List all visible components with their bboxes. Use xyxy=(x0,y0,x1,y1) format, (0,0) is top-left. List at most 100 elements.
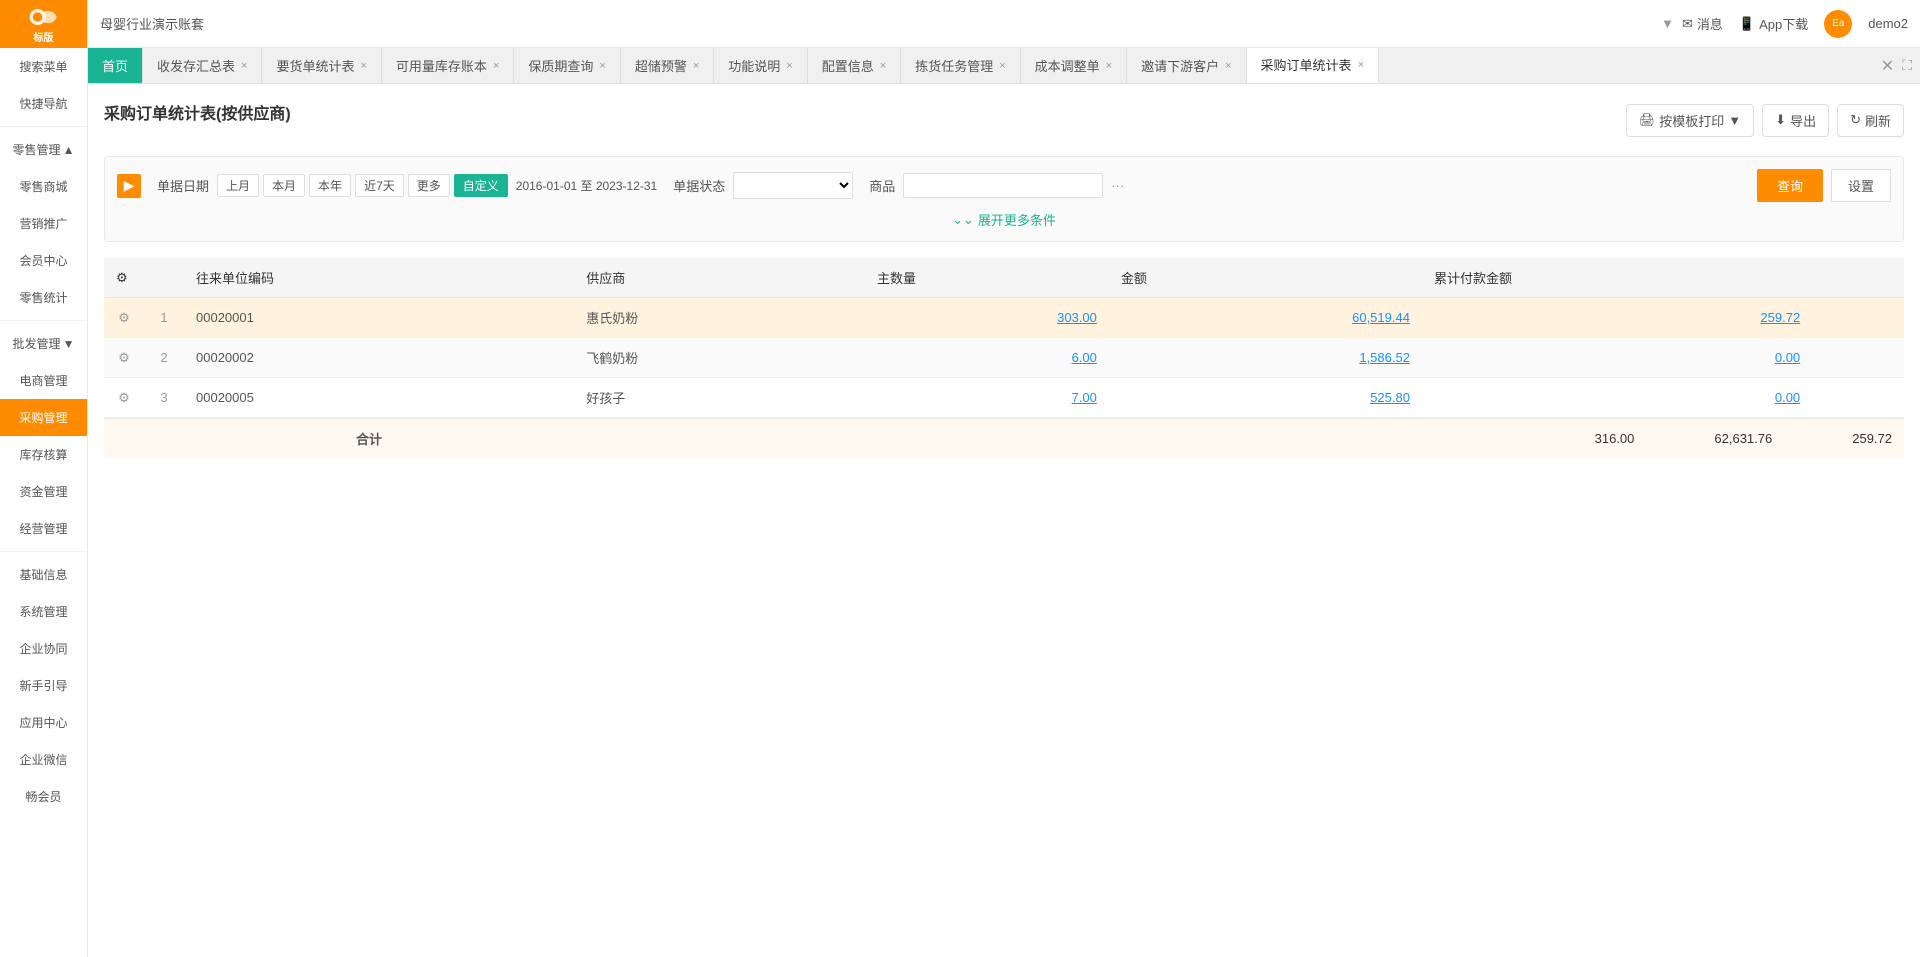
row-amount[interactable]: 1,586.52 xyxy=(1109,338,1422,378)
tab-purchase-summary[interactable]: 采购订单统计表 × xyxy=(1247,48,1379,83)
tab-inventory-book[interactable]: 可用量库存账本 × xyxy=(382,48,514,83)
row-settings[interactable]: ⚙ xyxy=(104,298,144,338)
tab-close-invite-downstream[interactable]: × xyxy=(1225,60,1231,72)
sidebar-item-system[interactable]: 系统管理 xyxy=(0,593,87,630)
more-filter-icon[interactable]: ··· xyxy=(1111,178,1124,193)
tab-close-warranty-query[interactable]: × xyxy=(599,60,605,72)
sidebar-item-finance[interactable]: 资金管理 xyxy=(0,473,87,510)
row-settings[interactable]: ⚙ xyxy=(104,378,144,418)
print-button[interactable]: 🖨 按模板打印 ▼ xyxy=(1626,104,1754,137)
tab-close-order-summary[interactable]: × xyxy=(360,60,366,72)
settings-button[interactable]: 设置 xyxy=(1831,169,1891,202)
table-row[interactable]: ⚙ 2 00020002 飞鹤奶粉 6.00 1,586.52 0.00 xyxy=(104,338,1904,378)
row-settings-icon[interactable]: ⚙ xyxy=(118,350,130,365)
tab-close-config-info[interactable]: × xyxy=(880,60,886,72)
message-button[interactable]: ✉ 消息 xyxy=(1682,14,1723,33)
table-body: ⚙ 1 00020001 惠氏奶粉 303.00 60,519.44 259.7… xyxy=(104,298,1904,418)
table-row[interactable]: ⚙ 1 00020001 惠氏奶粉 303.00 60,519.44 259.7… xyxy=(104,298,1904,338)
sidebar-item-enterprise-wechat[interactable]: 企业微信 xyxy=(0,741,87,778)
user-avatar[interactable]: Ea xyxy=(1824,10,1852,38)
tab-overstock-warning[interactable]: 超储预警 × xyxy=(621,48,714,83)
goods-input[interactable] xyxy=(903,173,1103,198)
tab-close-inventory-book[interactable]: × xyxy=(493,60,499,72)
row-amount[interactable]: 60,519.44 xyxy=(1109,298,1422,338)
sidebar-item-member[interactable]: 会员中心 xyxy=(0,242,87,279)
sidebar-item-retail-stats[interactable]: 零售统计 xyxy=(0,279,87,316)
row-settings-icon[interactable]: ⚙ xyxy=(118,310,130,325)
tab-close-picking-task[interactable]: × xyxy=(999,60,1005,72)
sidebar-item-retail[interactable]: 零售管理 ▲ xyxy=(0,131,87,168)
maximize-icon[interactable]: ⛶ xyxy=(1902,57,1912,74)
message-icon: ✉ xyxy=(1682,16,1693,32)
sidebar-item-inventory[interactable]: 库存核算 xyxy=(0,436,87,473)
row-settings-icon[interactable]: ⚙ xyxy=(118,390,130,405)
col-amount: 金额 xyxy=(1109,258,1422,298)
date-btn-last-month[interactable]: 上月 xyxy=(217,174,259,197)
tab-close-purchase-summary[interactable]: × xyxy=(1358,59,1364,71)
date-btn-this-year[interactable]: 本年 xyxy=(309,174,351,197)
sidebar-item-ecommerce[interactable]: 电商管理 xyxy=(0,362,87,399)
sidebar-item-enterprise[interactable]: 企业协同 xyxy=(0,630,87,667)
tab-close-overstock-warning[interactable]: × xyxy=(693,60,699,72)
goods-filter-label: 商品 xyxy=(869,176,895,195)
export-button[interactable]: ⬇ 导出 xyxy=(1762,104,1829,137)
app-download-button[interactable]: 📱 App下载 xyxy=(1739,14,1808,33)
tab-invite-downstream[interactable]: 邀请下游客户 × xyxy=(1127,48,1246,83)
sidebar-item-operations[interactable]: 经营管理 xyxy=(0,510,87,547)
query-button[interactable]: 查询 xyxy=(1757,169,1823,202)
tab-collect-summary[interactable]: 收发存汇总表 × xyxy=(143,48,262,83)
sidebar-item-marketing[interactable]: 营销推广 xyxy=(0,205,87,242)
date-btn-custom[interactable]: 自定义 xyxy=(454,174,508,197)
tab-close-collect-summary[interactable]: × xyxy=(241,60,247,72)
row-paid[interactable]: 259.72 xyxy=(1422,298,1812,338)
page-actions: 🖨 按模板打印 ▼ ⬇ 导出 ↻ 刷新 xyxy=(1626,104,1904,137)
footer-total-label: 合计 xyxy=(356,429,382,448)
col-supplier: 供应商 xyxy=(574,258,865,298)
row-quantity[interactable]: 303.00 xyxy=(865,298,1109,338)
settings-icon[interactable]: ⚙ xyxy=(116,270,128,285)
row-paid[interactable]: 0.00 xyxy=(1422,338,1812,378)
sidebar-item-new-guide[interactable]: 新手引导 xyxy=(0,667,87,704)
sidebar-item-basic-info[interactable]: 基础信息 xyxy=(0,556,87,593)
row-settings[interactable]: ⚙ xyxy=(104,338,144,378)
date-btn-7days[interactable]: 近7天 xyxy=(355,174,404,197)
tabbar: 首页 收发存汇总表 × 要货单统计表 × 可用量库存账本 × 保质期查询 × 超… xyxy=(88,48,1920,84)
date-btn-more[interactable]: 更多 xyxy=(408,174,450,197)
sidebar-item-app-center[interactable]: 应用中心 xyxy=(0,704,87,741)
sidebar-item-search[interactable]: 搜索菜单 xyxy=(0,48,87,85)
expand-more-button[interactable]: ⌄⌄ 展开更多条件 xyxy=(952,210,1056,229)
status-select[interactable] xyxy=(733,172,853,199)
row-supplier: 飞鹤奶粉 xyxy=(574,338,865,378)
table-row[interactable]: ⚙ 3 00020005 好孩子 7.00 525.80 0.00 xyxy=(104,378,1904,418)
tab-cost-adjust[interactable]: 成本调整单 × xyxy=(1021,48,1127,83)
sidebar-item-purchase[interactable]: 采购管理 xyxy=(0,399,87,436)
date-filter-group: 单据日期 上月 本月 本年 近7天 更多 自定义 2016-01-01 至 20… xyxy=(157,174,657,197)
tab-close-function-desc[interactable]: × xyxy=(786,60,792,72)
sidebar-item-vip[interactable]: 畅会员 xyxy=(0,778,87,815)
sidebar-item-retail-mall[interactable]: 零售商城 xyxy=(0,168,87,205)
row-quantity[interactable]: 6.00 xyxy=(865,338,1109,378)
row-quantity[interactable]: 7.00 xyxy=(865,378,1109,418)
tab-picking-task[interactable]: 拣货任务管理 × xyxy=(901,48,1020,83)
row-paid[interactable]: 0.00 xyxy=(1422,378,1812,418)
tab-config-info[interactable]: 配置信息 × xyxy=(808,48,901,83)
col-rownum xyxy=(144,258,184,298)
sidebar-item-quick-nav[interactable]: 快捷导航 xyxy=(0,85,87,122)
date-quick-buttons: 上月 本月 本年 近7天 更多 自定义 xyxy=(217,174,508,197)
tab-home[interactable]: 首页 xyxy=(88,48,143,83)
date-btn-this-month[interactable]: 本月 xyxy=(263,174,305,197)
close-tab-icon[interactable]: ✕ xyxy=(1881,56,1894,76)
tab-function-desc[interactable]: 功能说明 × xyxy=(714,48,807,83)
row-amount[interactable]: 525.80 xyxy=(1109,378,1422,418)
sidebar-item-wholesale[interactable]: 批发管理 ▼ xyxy=(0,325,87,362)
tab-order-summary[interactable]: 要货单统计表 × xyxy=(262,48,381,83)
table-container: ⚙ 往来单位编码 供应商 主数量 金额 累计付款金额 ⚙ 1 00020001 xyxy=(104,258,1904,458)
filter-toggle-button[interactable]: ▶ xyxy=(117,174,141,198)
col-settings[interactable]: ⚙ xyxy=(104,258,144,298)
phone-icon: 📱 xyxy=(1739,16,1755,32)
tab-close-cost-adjust[interactable]: × xyxy=(1106,60,1112,72)
chevron-down-icon-topbar[interactable]: ▼ xyxy=(1661,16,1674,31)
tab-warranty-query[interactable]: 保质期查询 × xyxy=(514,48,620,83)
username[interactable]: demo2 xyxy=(1868,16,1908,31)
refresh-button[interactable]: ↻ 刷新 xyxy=(1837,104,1904,137)
